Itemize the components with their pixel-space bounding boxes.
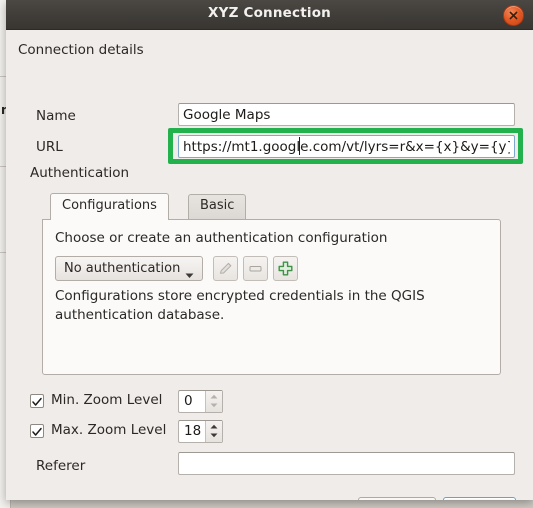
referer-label: Referer <box>36 458 86 474</box>
min-zoom-value: 0 <box>184 393 193 409</box>
ok-button[interactable]: OK <box>443 497 516 500</box>
max-zoom-value: 18 <box>184 423 202 439</box>
minus-icon[interactable] <box>243 256 268 281</box>
min-zoom-decrement-button[interactable] <box>206 401 222 411</box>
min-zoom-spinbox[interactable]: 0 <box>178 390 223 413</box>
name-input[interactable] <box>178 103 515 126</box>
dialog-title: XYZ Connection <box>207 5 331 21</box>
min-zoom-label: Min. Zoom Level <box>51 392 163 408</box>
tab-basic[interactable]: Basic <box>188 194 247 219</box>
dialog-titlebar[interactable]: XYZ Connection <box>6 0 533 30</box>
url-text-caret <box>299 137 300 155</box>
chevron-down-icon <box>185 268 194 283</box>
max-zoom-decrement-button[interactable] <box>206 431 222 441</box>
url-input[interactable] <box>178 135 515 158</box>
cancel-button[interactable]: Cancel <box>358 497 436 500</box>
plus-icon[interactable] <box>273 256 298 281</box>
authentication-heading: Authentication <box>30 165 130 181</box>
auth-config-selected-value: No authentication <box>64 261 181 276</box>
dialog-body: Connection details Name URL Authenticati… <box>6 30 533 500</box>
max-zoom-spinbox[interactable]: 18 <box>178 420 223 443</box>
pencil-icon[interactable] <box>213 256 238 281</box>
auth-store-note: Configurations store encrypted credentia… <box>55 288 425 323</box>
min-zoom-checkbox[interactable] <box>30 394 44 408</box>
tab-configurations[interactable]: Configurations <box>50 193 169 220</box>
auth-choose-label: Choose or create an authentication confi… <box>55 230 388 246</box>
max-zoom-spin-buttons <box>205 421 222 442</box>
max-zoom-checkbox[interactable] <box>30 424 44 438</box>
connection-details-heading: Connection details <box>18 42 144 58</box>
referer-input[interactable] <box>178 452 515 475</box>
authentication-groupbox: Configurations Basic Choose or create an… <box>42 193 501 375</box>
authentication-tabpanel: Choose or create an authentication confi… <box>42 219 501 375</box>
close-icon[interactable] <box>503 5 524 26</box>
auth-config-select[interactable]: No authentication <box>55 256 203 281</box>
url-label: URL <box>36 139 63 155</box>
min-zoom-spin-buttons <box>205 391 222 412</box>
xyz-connection-dialog: XYZ Connection Connection details Name U… <box>6 0 533 500</box>
max-zoom-label: Max. Zoom Level <box>51 422 167 438</box>
name-label: Name <box>36 108 76 124</box>
authentication-tabbar: Configurations Basic <box>42 193 501 220</box>
